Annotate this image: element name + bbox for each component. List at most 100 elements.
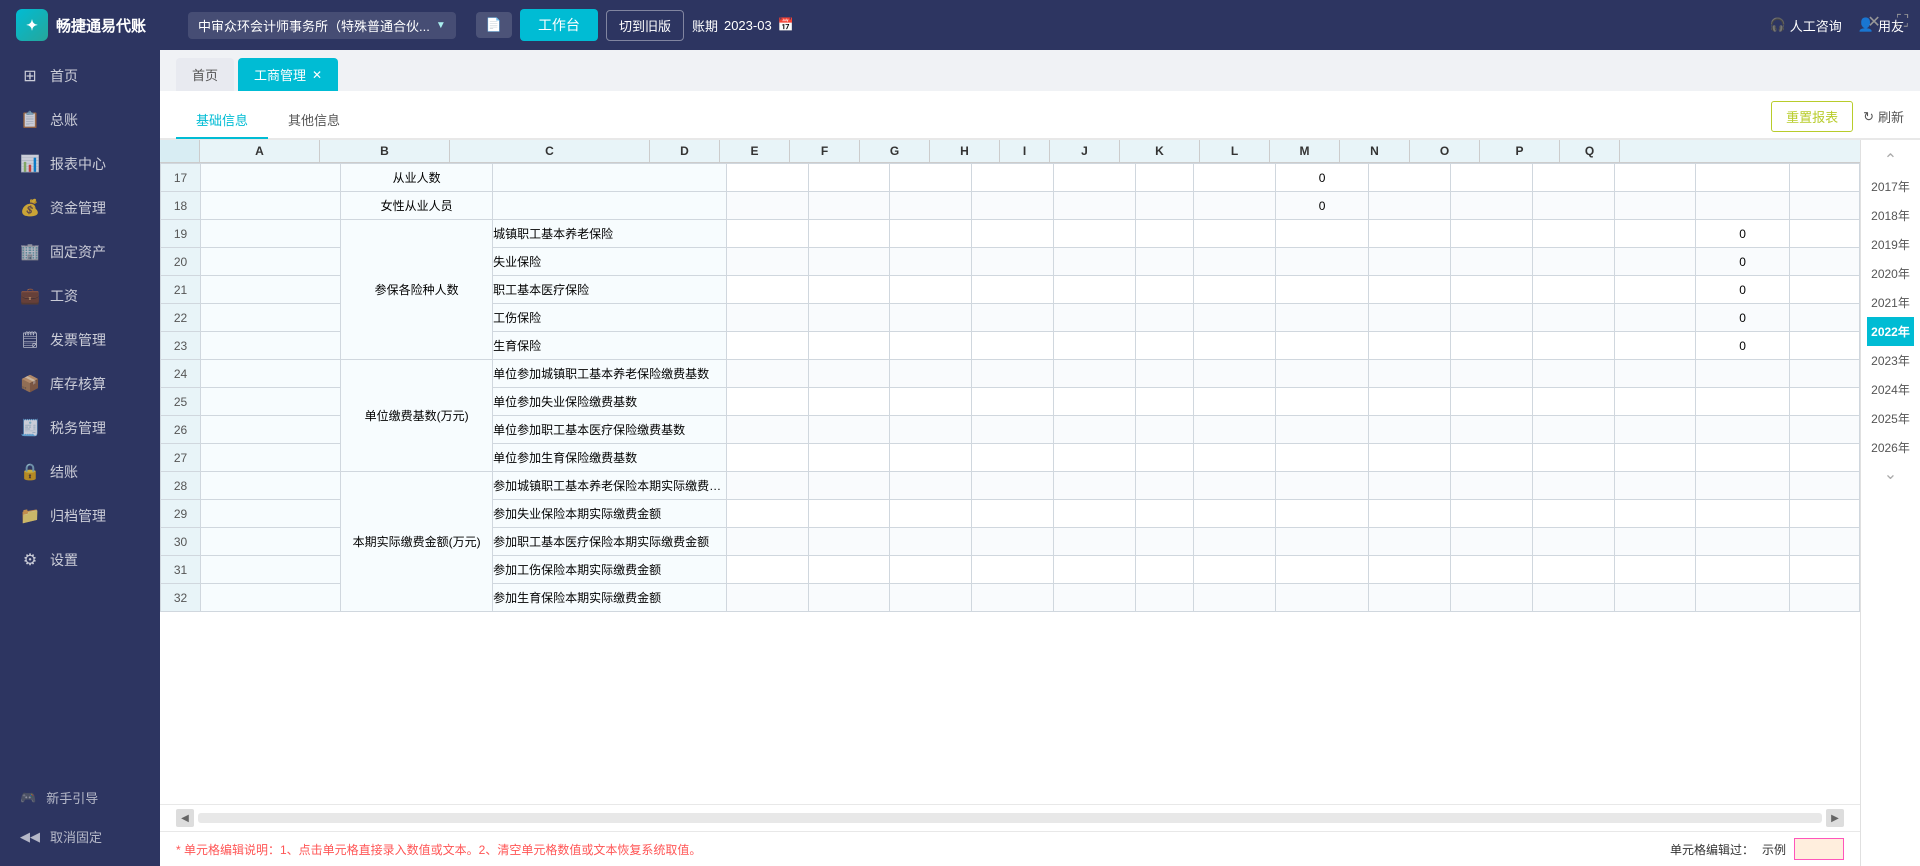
cell-o-29[interactable]: [1614, 500, 1696, 528]
cell-c-27[interactable]: 单位参加生育保险缴费基数: [493, 444, 727, 472]
cell-p-25[interactable]: [1696, 388, 1789, 416]
cell-k-25[interactable]: [1275, 388, 1368, 416]
cell-a-25[interactable]: [201, 388, 341, 416]
cell-l-17[interactable]: [1369, 164, 1451, 192]
cell-a-30[interactable]: [201, 528, 341, 556]
cell-e-32[interactable]: [808, 584, 890, 612]
cell-i-32[interactable]: [1135, 584, 1193, 612]
cell-a-26[interactable]: [201, 416, 341, 444]
cell-c-21[interactable]: 职工基本医疗保险: [493, 276, 727, 304]
cell-d-28[interactable]: [726, 472, 808, 500]
cell-o-25[interactable]: [1614, 388, 1696, 416]
cell-i-30[interactable]: [1135, 528, 1193, 556]
cell-q-23[interactable]: [1789, 332, 1859, 360]
cell-o-23[interactable]: [1614, 332, 1696, 360]
cell-c-23[interactable]: 生育保险: [493, 332, 727, 360]
sidebar-item-payroll[interactable]: 💼工资: [0, 274, 160, 318]
sub-tab-basic[interactable]: 基础信息: [176, 102, 268, 139]
cell-n-24[interactable]: [1532, 360, 1614, 388]
cell-a-24[interactable]: [201, 360, 341, 388]
cell-c-17[interactable]: [493, 164, 727, 192]
cell-f-20[interactable]: [890, 248, 972, 276]
cell-q-18[interactable]: [1789, 192, 1859, 220]
cell-l-28[interactable]: [1369, 472, 1451, 500]
cell-b-28[interactable]: 本期实际缴费金额(万元): [341, 472, 493, 612]
cell-d-23[interactable]: [726, 332, 808, 360]
cell-i-31[interactable]: [1135, 556, 1193, 584]
cell-a-20[interactable]: [201, 248, 341, 276]
cell-g-20[interactable]: [972, 248, 1054, 276]
old-version-button[interactable]: 切到旧版: [606, 10, 684, 41]
cell-k-26[interactable]: [1275, 416, 1368, 444]
cell-q-19[interactable]: [1789, 220, 1859, 248]
cell-e-17[interactable]: [808, 164, 890, 192]
cell-a-31[interactable]: [201, 556, 341, 584]
cell-m-30[interactable]: [1451, 528, 1533, 556]
cell-o-26[interactable]: [1614, 416, 1696, 444]
cell-g-18[interactable]: [972, 192, 1054, 220]
cell-l-24[interactable]: [1369, 360, 1451, 388]
cell-m-29[interactable]: [1451, 500, 1533, 528]
cell-q-20[interactable]: [1789, 248, 1859, 276]
cell-i-28[interactable]: [1135, 472, 1193, 500]
cell-c-24[interactable]: 单位参加城镇职工基本养老保险缴费基数: [493, 360, 727, 388]
cell-n-23[interactable]: [1532, 332, 1614, 360]
cell-h-17[interactable]: [1053, 164, 1135, 192]
cell-h-19[interactable]: [1053, 220, 1135, 248]
cell-d-26[interactable]: [726, 416, 808, 444]
cell-e-24[interactable]: [808, 360, 890, 388]
cell-n-17[interactable]: [1532, 164, 1614, 192]
sidebar-item-settings[interactable]: ⚙设置: [0, 538, 160, 582]
cell-j-29[interactable]: [1194, 500, 1276, 528]
cell-f-23[interactable]: [890, 332, 972, 360]
sidebar-item-report[interactable]: 📊报表中心: [0, 142, 160, 186]
cell-j-31[interactable]: [1194, 556, 1276, 584]
sidebar-item-archive[interactable]: 📁归档管理: [0, 494, 160, 538]
cell-i-22[interactable]: [1135, 304, 1193, 332]
cell-c-18[interactable]: [493, 192, 727, 220]
cell-i-25[interactable]: [1135, 388, 1193, 416]
cell-p-31[interactable]: [1696, 556, 1789, 584]
cell-i-26[interactable]: [1135, 416, 1193, 444]
cell-k-18[interactable]: 0: [1275, 192, 1368, 220]
cell-q-24[interactable]: [1789, 360, 1859, 388]
cell-a-18[interactable]: [201, 192, 341, 220]
cell-b-18[interactable]: 女性从业人员: [341, 192, 493, 220]
cell-l-29[interactable]: [1369, 500, 1451, 528]
cell-e-20[interactable]: [808, 248, 890, 276]
sidebar-item-close[interactable]: 🔒结账: [0, 450, 160, 494]
year-item-2020年[interactable]: 2020年: [1867, 259, 1914, 288]
cell-j-17[interactable]: [1194, 164, 1276, 192]
year-scroll-up-button[interactable]: ⌃: [1871, 148, 1911, 172]
cell-f-21[interactable]: [890, 276, 972, 304]
cell-e-29[interactable]: [808, 500, 890, 528]
cell-g-26[interactable]: [972, 416, 1054, 444]
refresh-button[interactable]: ↻ 刷新: [1863, 107, 1904, 126]
cell-o-30[interactable]: [1614, 528, 1696, 556]
cell-m-27[interactable]: [1451, 444, 1533, 472]
cell-f-17[interactable]: [890, 164, 972, 192]
cell-n-27[interactable]: [1532, 444, 1614, 472]
reset-report-button[interactable]: 重置报表: [1771, 101, 1853, 132]
workbench-button[interactable]: 工作台: [520, 9, 598, 41]
cell-p-21[interactable]: 0: [1696, 276, 1789, 304]
cell-e-27[interactable]: [808, 444, 890, 472]
cell-l-27[interactable]: [1369, 444, 1451, 472]
cell-n-29[interactable]: [1532, 500, 1614, 528]
cell-o-31[interactable]: [1614, 556, 1696, 584]
cell-k-20[interactable]: [1275, 248, 1368, 276]
cell-j-18[interactable]: [1194, 192, 1276, 220]
cell-a-32[interactable]: [201, 584, 341, 612]
cell-d-25[interactable]: [726, 388, 808, 416]
cell-d-31[interactable]: [726, 556, 808, 584]
cell-c-20[interactable]: 失业保险: [493, 248, 727, 276]
doc-button[interactable]: 📄: [476, 12, 512, 38]
cell-i-20[interactable]: [1135, 248, 1193, 276]
cell-i-18[interactable]: [1135, 192, 1193, 220]
cell-o-21[interactable]: [1614, 276, 1696, 304]
year-item-2022年[interactable]: 2022年: [1867, 317, 1914, 346]
cell-n-25[interactable]: [1532, 388, 1614, 416]
cell-q-31[interactable]: [1789, 556, 1859, 584]
cell-d-18[interactable]: [726, 192, 808, 220]
cell-c-32[interactable]: 参加生育保险本期实际缴费金额: [493, 584, 727, 612]
